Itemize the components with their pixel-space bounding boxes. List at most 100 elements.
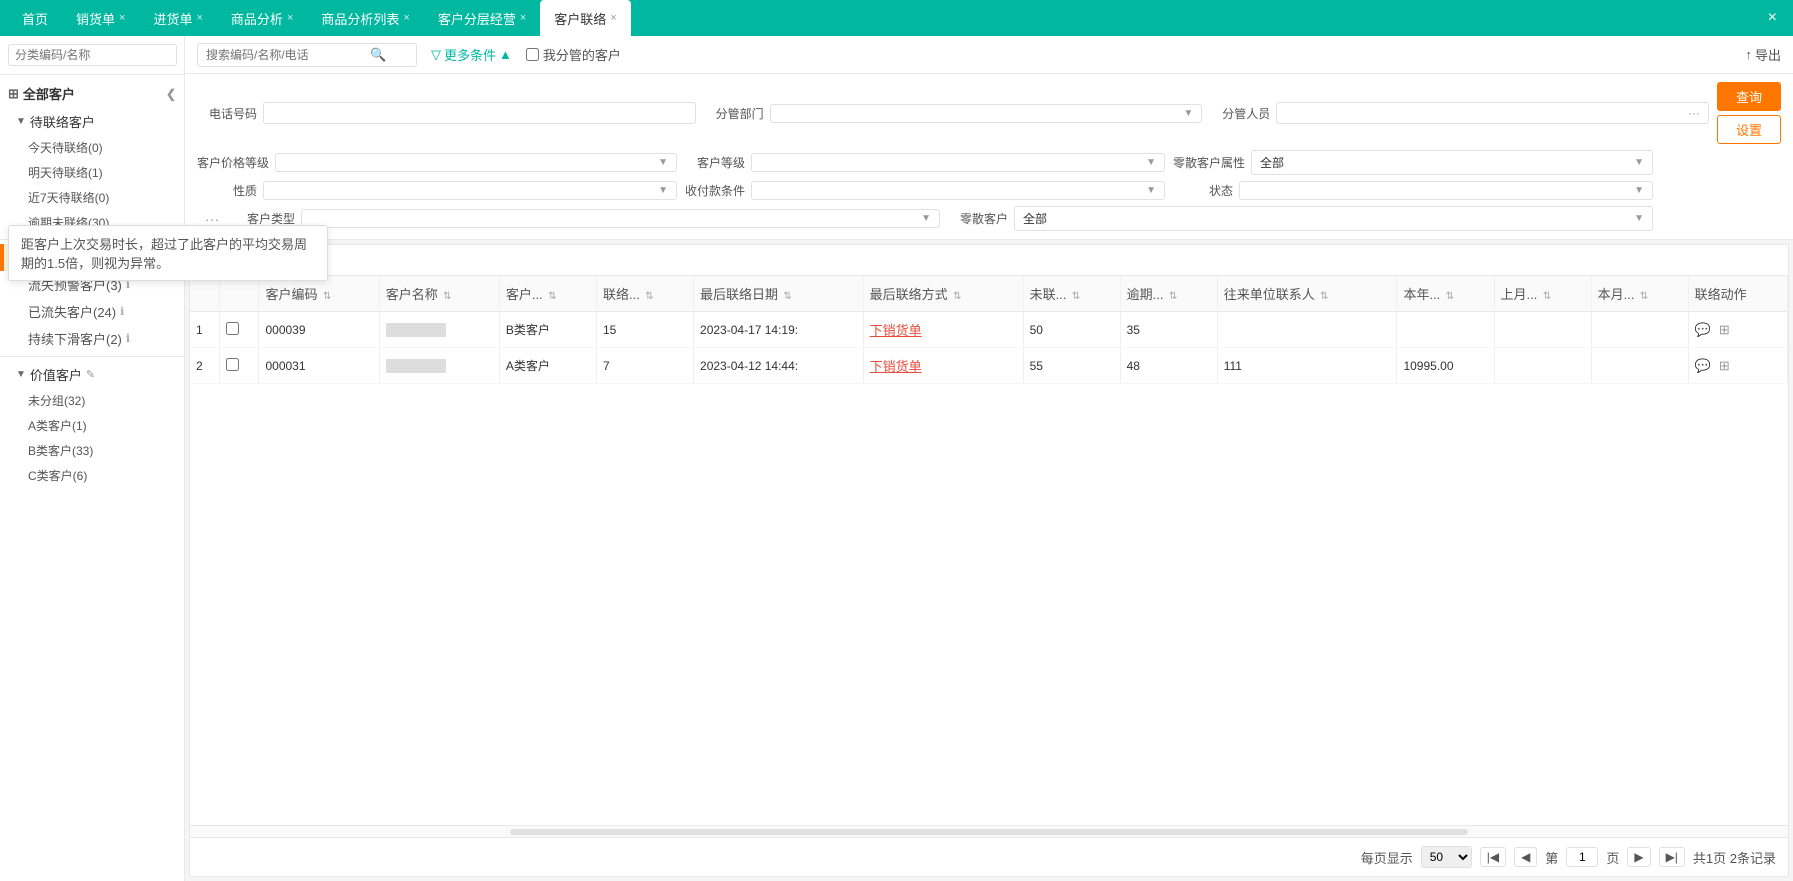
nav-item-sales[interactable]: 销货单 × [62,0,139,36]
tree-item-7days[interactable]: 近7天待联络(0) [0,185,184,210]
row2-chat-icon[interactable]: 💬 [1695,358,1711,374]
col-this-year[interactable]: 本年... ⇅ [1397,276,1494,312]
row2-overdue: 48 [1120,348,1217,384]
window-close-btn[interactable]: × [1760,9,1785,27]
filter-select-customer-type[interactable]: ▼ [301,209,940,228]
sidebar-tree: ⊞ 全部客户 ❮ ▼ 待联络客户 今天待联络(0) 明天待联络(1) 近7天待联… [0,75,184,881]
row1-method-link[interactable]: 下销货单 [870,323,922,338]
tree-item-ungroup[interactable]: 未分组(32) [0,388,184,413]
nav-item-customer-seg[interactable]: 客户分层经营 × [424,0,540,36]
dots-icon-person: ··· [1688,106,1700,120]
filter-search-input[interactable] [206,48,366,62]
col-last-month[interactable]: 上月... ⇅ [1494,276,1591,312]
row1-checkbox[interactable] [226,322,239,335]
nav-item-analysis-list[interactable]: 商品分析列表 × [307,0,423,36]
col-action: 联络动作 [1688,276,1787,312]
query-btn[interactable]: 查询 [1717,82,1781,111]
tree-item-churned[interactable]: 已流失客户(24) ℹ [0,298,184,325]
my-customers-checkbox[interactable] [526,48,539,61]
export-btn[interactable]: ↑ 导出 [1745,45,1781,64]
main-layout: 🔍 ⊞ 全部客户 ❮ ▼ 待联络客户 今天待联络(0) 明天待联络(1) 近7天… [0,36,1793,881]
export-icon: ↑ [1745,47,1752,62]
info-icon-3: ℹ [126,332,130,345]
nav-item-customer-contact[interactable]: 客户联络 × [540,0,630,36]
col-type[interactable]: 客户... ⇅ [499,276,596,312]
row1-last-month [1494,312,1591,348]
col-name[interactable]: 客户名称 ⇅ [379,276,499,312]
page-next-btn[interactable]: ▶ [1627,847,1650,867]
row2-this-year: 10995.00 [1397,348,1494,384]
filter-select-payment[interactable]: ▼ [751,181,1165,200]
nav-close-purchase[interactable]: × [196,12,202,24]
row1-this-month [1591,312,1688,348]
filter-select-retail-customer[interactable]: 全部 ▼ [1014,206,1653,231]
page-size-select[interactable]: 50 20 100 [1421,846,1472,868]
col-code[interactable]: 客户编码 ⇅ [259,276,379,312]
row1-name-blur [386,323,446,337]
chevron-down-level: ▼ [1146,157,1156,168]
tree-item-declining[interactable]: 持续下滑客户(2) ℹ [0,325,184,352]
table-row: 2 000031 A类客户 7 2023-04-12 14:44: 下销货单 [190,348,1788,384]
nav-item-purchase[interactable]: 进货单 × [139,0,216,36]
col-overdue[interactable]: 逾期... ⇅ [1120,276,1217,312]
page-first-btn[interactable]: |◀ [1480,847,1506,867]
nav-close-customer-contact[interactable]: × [610,12,616,24]
filter-select-status[interactable]: ▼ [1239,181,1653,200]
col-this-month[interactable]: 本月... ⇅ [1591,276,1688,312]
row2-last-method[interactable]: 下销货单 [863,348,1023,384]
filter-select-retail-attr[interactable]: 全部 ▼ [1251,150,1653,175]
nav-item-home[interactable]: 首页 [8,0,62,36]
horizontal-scrollbar[interactable] [190,825,1788,837]
sidebar-collapse-btn[interactable]: ❮ [166,87,176,101]
row2-more-icon[interactable]: ⊞ [1719,358,1730,374]
col-last-contact-method[interactable]: 最后联络方式 ⇅ [863,276,1023,312]
tree-item-c-class[interactable]: C类客户(6) [0,463,184,488]
arrow-down-icon-2: ▼ [16,369,26,380]
filter-select-customer-level[interactable]: ▼ [751,153,1165,172]
tree-item-today[interactable]: 今天待联络(0) [0,135,184,160]
tree-item-a-class[interactable]: A类客户(1) [0,413,184,438]
filter-select-person[interactable]: ··· [1276,102,1709,124]
col-contact[interactable]: 联络... ⇅ [596,276,693,312]
filter-select-nature[interactable]: ▼ [263,181,677,200]
row2-contact: 7 [596,348,693,384]
tree-group-pending-header[interactable]: ▼ 待联络客户 [0,108,184,135]
tree-item-tomorrow[interactable]: 明天待联络(1) [0,160,184,185]
nav-item-analysis[interactable]: 商品分析 × [217,0,307,36]
filter-label-retail-customer: 零散客户 [948,210,1008,227]
col-uncontacted[interactable]: 未联... ⇅ [1023,276,1120,312]
row1-chat-icon[interactable]: 💬 [1695,322,1711,338]
sidebar-all-customers[interactable]: ⊞ 全部客户 ❮ [0,79,184,108]
row2-checkbox[interactable] [226,358,239,371]
filter-select-price-level[interactable]: ▼ [275,153,677,172]
filter-input-phone[interactable] [263,102,696,124]
row1-this-year [1397,312,1494,348]
settings-btn[interactable]: 设置 [1717,115,1781,144]
row1-last-method[interactable]: 下销货单 [863,312,1023,348]
col-company-contact[interactable]: 往来单位联系人 ⇅ [1217,276,1397,312]
my-customers-filter[interactable]: 我分管的客户 [526,45,621,64]
nav-close-analysis-list[interactable]: × [403,12,409,24]
sort-icon-uncontacted: ⇅ [1072,291,1080,302]
col-last-contact-date[interactable]: 最后联络日期 ⇅ [694,276,864,312]
row2-method-link[interactable]: 下销货单 [870,359,922,374]
filter-select-dept[interactable]: ▼ [770,104,1203,123]
filter-label-retail-attr: 零散客户属性 [1173,154,1245,171]
nav-close-customer-seg[interactable]: × [520,12,526,24]
page-prev-btn[interactable]: ◀ [1514,847,1537,867]
row1-num: 1 [190,312,219,348]
edit-icon[interactable]: ✎ [86,368,95,381]
page-last-btn[interactable]: ▶| [1659,847,1685,867]
sidebar-search-input[interactable] [8,44,177,66]
tree-item-b-class[interactable]: B类客户(33) [0,438,184,463]
filter-more-btn[interactable]: ▽ 更多条件 ▲ [425,42,518,67]
page-number-input[interactable] [1566,847,1598,867]
filter-label-status: 状态 [1173,182,1233,199]
data-table: 客户编码 ⇅ 客户名称 ⇅ 客户... ⇅ [190,276,1788,825]
row1-more-icon[interactable]: ⊞ [1719,322,1730,338]
tree-group-value-header[interactable]: ▼ 价值客户 ✎ [0,361,184,388]
chevron-up-icon: ▲ [499,47,512,62]
filter-search-icon[interactable]: 🔍 [370,47,386,63]
nav-close-sales[interactable]: × [119,12,125,24]
nav-close-analysis[interactable]: × [287,12,293,24]
